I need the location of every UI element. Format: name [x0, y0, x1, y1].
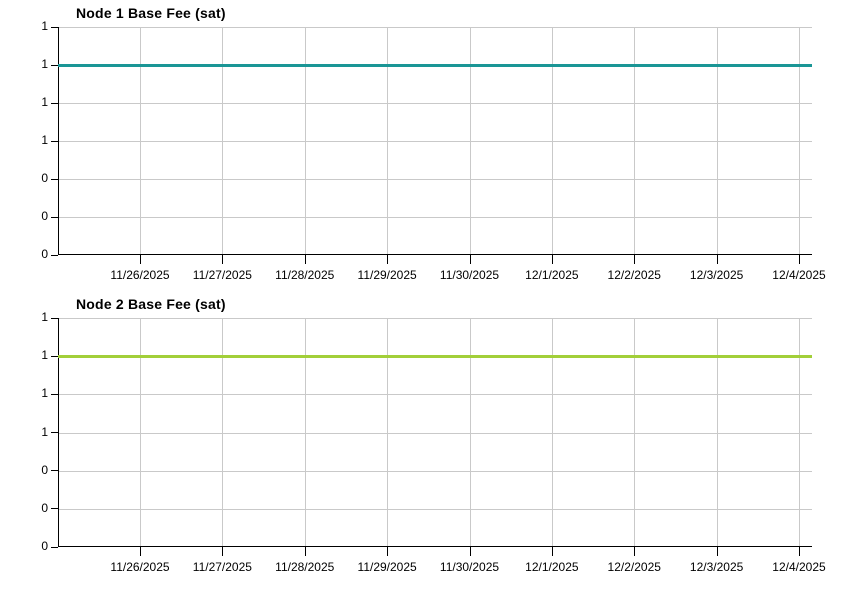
charts-page: Node 1 Base Fee (sat) 11/26/2025 11/27/20… — [0, 0, 860, 600]
x-tick-mark — [716, 255, 718, 264]
series-line — [58, 63, 812, 67]
y-tick-label: 1 — [41, 348, 48, 363]
y-tick-mark — [51, 355, 58, 357]
y-tick-label: 1 — [41, 386, 48, 401]
x-tick-label: 11/29/2025 — [357, 560, 417, 574]
y-tick-mark — [51, 546, 58, 548]
y-tick-mark — [51, 508, 58, 510]
x-tick-label: 11/26/2025 — [110, 268, 170, 282]
x-tick-label: 11/28/2025 — [275, 560, 335, 574]
y-tick-label: 1 — [41, 424, 48, 439]
y-tick-mark — [51, 178, 58, 180]
x-tick-label: 11/27/2025 — [192, 268, 252, 282]
node1-base-fee-chart: Node 1 Base Fee (sat) 11/26/2025 11/27/20… — [0, 0, 860, 290]
y-tick-label: 0 — [41, 209, 48, 223]
axis-frame — [58, 318, 812, 547]
x-tick-mark — [222, 255, 224, 264]
y-tick-label: 0 — [41, 539, 48, 553]
x-tick-mark — [634, 547, 636, 556]
x-tick-mark — [469, 255, 471, 264]
x-tick-mark — [304, 255, 306, 264]
y-tick-label: 1 — [41, 95, 48, 109]
y-tick-label: 0 — [41, 462, 48, 477]
x-tick-label: 11/28/2025 — [275, 268, 335, 282]
x-tick-label: 11/30/2025 — [439, 268, 500, 282]
x-tick-mark — [140, 255, 141, 264]
x-tick-mark — [716, 547, 718, 556]
x-tick-label: 12/2/2025 — [607, 560, 661, 574]
x-tick-label: 12/4/2025 — [772, 268, 826, 282]
y-tick-mark — [51, 432, 58, 433]
y-tick-mark — [51, 102, 58, 104]
y-tick-label: 1 — [41, 57, 48, 71]
x-tick-mark — [634, 255, 636, 264]
x-tick-label: 12/3/2025 — [689, 268, 744, 282]
x-tick-label: 12/1/2025 — [525, 268, 579, 282]
axis-frame — [58, 27, 812, 255]
y-tick-mark — [51, 26, 58, 28]
x-tick-mark — [222, 547, 224, 556]
x-tick-label: 11/26/2025 — [110, 560, 170, 574]
x-tick-label: 12/2/2025 — [607, 268, 661, 282]
y-tick-label: 0 — [41, 500, 48, 515]
x-tick-label: 11/30/2025 — [439, 560, 500, 574]
x-tick-label: 12/1/2025 — [525, 560, 579, 574]
x-tick-mark — [469, 547, 471, 556]
y-tick-label: 0 — [41, 247, 48, 261]
y-tick-label: 1 — [41, 310, 48, 324]
x-tick-label: 12/3/2025 — [689, 560, 744, 574]
y-tick-mark — [51, 393, 58, 395]
plot-area-node1: 11/26/2025 11/27/2025 11/28/2025 11/29/2025… — [0, 0, 860, 290]
x-tick-label: 11/29/2025 — [357, 268, 417, 282]
x-tick-mark — [304, 547, 306, 556]
y-tick-label: 1 — [41, 19, 48, 33]
y-tick-mark — [51, 140, 58, 142]
y-tick-label: 0 — [41, 171, 48, 185]
x-tick-label: 12/4/2025 — [772, 560, 826, 574]
x-tick-mark — [551, 255, 553, 264]
plot-area-node2: 11/26/2025 11/27/2025 11/28/2025 11/29/2025… — [0, 290, 860, 600]
series-line — [58, 354, 812, 358]
y-tick-mark — [51, 317, 58, 319]
node2-base-fee-chart: Node 2 Base Fee (sat) 11/26/2025 11/27/20… — [0, 290, 860, 600]
x-tick-mark — [799, 547, 800, 556]
y-tick-mark — [51, 64, 58, 66]
y-tick-mark — [51, 470, 58, 472]
y-tick-mark — [51, 216, 58, 218]
y-tick-mark — [51, 254, 58, 256]
x-tick-mark — [387, 255, 389, 264]
x-tick-mark — [140, 547, 141, 556]
x-tick-mark — [551, 547, 553, 556]
y-tick-label: 1 — [41, 133, 48, 147]
x-tick-mark — [387, 547, 389, 556]
x-tick-mark — [799, 255, 800, 264]
x-tick-label: 11/27/2025 — [192, 560, 252, 574]
